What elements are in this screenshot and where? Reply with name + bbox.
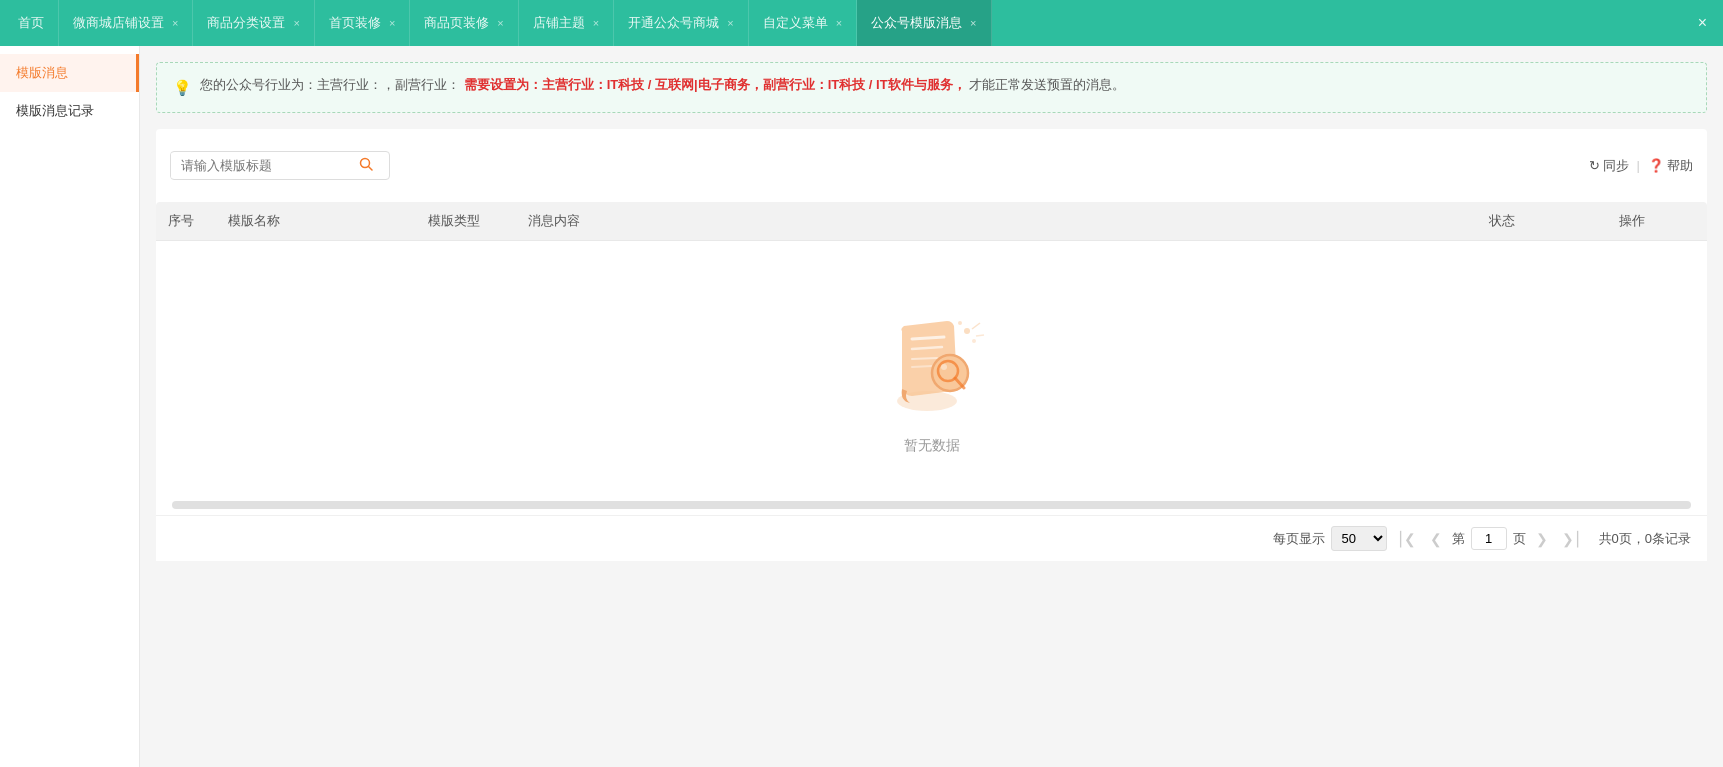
empty-state-row: 暂无数据 bbox=[156, 241, 1707, 496]
tab-home[interactable]: 首页 bbox=[4, 0, 59, 46]
col-header-action: 操作 bbox=[1607, 202, 1707, 241]
search-input[interactable] bbox=[171, 153, 351, 178]
pagination: 每页显示 50 10 20 100 ⎮❮ ❮ 第 页 ❯ ❯⎮ 共0页，0条记录 bbox=[156, 515, 1707, 561]
svg-line-5 bbox=[912, 358, 937, 359]
sync-icon: ↻ bbox=[1589, 158, 1600, 173]
tab-custommenu[interactable]: 自定义菜单 × bbox=[749, 0, 857, 46]
table-header-row: 序号 模版名称 模版类型 消息内容 状态 bbox=[156, 202, 1707, 241]
col-header-type: 模版类型 bbox=[416, 202, 516, 241]
svg-line-6 bbox=[912, 366, 932, 367]
help-icon: ❓ bbox=[1648, 158, 1664, 173]
horizontal-scrollbar[interactable] bbox=[172, 501, 1691, 509]
bulb-icon: 💡 bbox=[173, 76, 192, 100]
svg-line-3 bbox=[912, 337, 944, 339]
empty-text: 暂无数据 bbox=[156, 437, 1707, 455]
svg-point-11 bbox=[964, 328, 970, 334]
page-unit-label: 页 bbox=[1513, 530, 1526, 548]
search-right: ↻ 同步 | ❓ 帮助 bbox=[1589, 157, 1693, 175]
sidebar-item-template-msg[interactable]: 模版消息 bbox=[0, 54, 139, 92]
main-layout: 模版消息 模版消息记录 💡 您的公众号行业为：主营行业：，副营行业： 需要设置为… bbox=[0, 46, 1723, 767]
col-header-seq: 序号 bbox=[156, 202, 216, 241]
tab-openstore[interactable]: 开通公众号商城 × bbox=[614, 0, 748, 46]
close-tab-homepage[interactable]: × bbox=[389, 17, 395, 29]
svg-line-15 bbox=[976, 335, 984, 336]
close-tab-theme[interactable]: × bbox=[593, 17, 599, 29]
next-page-btn[interactable]: ❯ bbox=[1532, 529, 1552, 549]
sidebar: 模版消息 模版消息记录 bbox=[0, 46, 140, 767]
svg-point-12 bbox=[972, 339, 976, 343]
page-prefix-label: 第 bbox=[1452, 530, 1465, 548]
divider: | bbox=[1637, 158, 1640, 173]
close-tab-wshop[interactable]: × bbox=[172, 17, 178, 29]
svg-line-1 bbox=[369, 167, 373, 171]
top-nav: 首页 微商城店铺设置 × 商品分类设置 × 首页装修 × 商品页装修 × 店铺主… bbox=[0, 0, 1723, 46]
search-bar: ↻ 同步 | ❓ 帮助 bbox=[156, 141, 1707, 190]
svg-line-14 bbox=[972, 323, 980, 329]
close-tab-openstore[interactable]: × bbox=[727, 17, 733, 29]
notice-text: 您的公众号行业为：主营行业：，副营行业： 需要设置为：主营行业：IT科技 / 互… bbox=[200, 75, 1125, 96]
search-button[interactable] bbox=[351, 152, 381, 179]
tab-homepage[interactable]: 首页装修 × bbox=[315, 0, 410, 46]
prev-page-btn[interactable]: ❮ bbox=[1426, 529, 1446, 549]
empty-state-cell: 暂无数据 bbox=[156, 241, 1707, 496]
search-input-wrapper bbox=[170, 151, 390, 180]
close-tab-category[interactable]: × bbox=[293, 17, 299, 29]
sidebar-item-template-record[interactable]: 模版消息记录 bbox=[0, 92, 139, 130]
tab-theme[interactable]: 店铺主题 × bbox=[519, 0, 614, 46]
page-size-select[interactable]: 50 10 20 100 bbox=[1331, 526, 1387, 551]
col-header-status: 状态 bbox=[1477, 202, 1607, 241]
content-area: 💡 您的公众号行业为：主营行业：，副营行业： 需要设置为：主营行业：IT科技 /… bbox=[140, 46, 1723, 767]
total-label: 共0页，0条记录 bbox=[1599, 530, 1691, 548]
table-card: ↻ 同步 | ❓ 帮助 序号 bbox=[156, 129, 1707, 561]
close-tab-custommenu[interactable]: × bbox=[836, 17, 842, 29]
empty-illustration bbox=[872, 301, 992, 421]
close-tab-template[interactable]: × bbox=[970, 17, 976, 29]
empty-state: 暂无数据 bbox=[156, 241, 1707, 495]
page-size-label: 每页显示 bbox=[1273, 530, 1325, 548]
tab-template[interactable]: 公众号模版消息 × bbox=[857, 0, 991, 46]
notice-box: 💡 您的公众号行业为：主营行业：，副营行业： 需要设置为：主营行业：IT科技 /… bbox=[156, 62, 1707, 113]
page-number-input[interactable] bbox=[1471, 527, 1507, 550]
empty-svg bbox=[872, 301, 992, 421]
scroll-area bbox=[156, 495, 1707, 515]
first-page-btn[interactable]: ⎮❮ bbox=[1393, 529, 1420, 549]
close-all-tabs[interactable]: × bbox=[1686, 14, 1719, 32]
tab-productpage[interactable]: 商品页装修 × bbox=[410, 0, 518, 46]
col-header-content: 消息内容 bbox=[516, 202, 1477, 241]
help-button[interactable]: ❓ 帮助 bbox=[1648, 157, 1693, 175]
tab-category[interactable]: 商品分类设置 × bbox=[193, 0, 314, 46]
close-tab-productpage[interactable]: × bbox=[497, 17, 503, 29]
tab-wshop[interactable]: 微商城店铺设置 × bbox=[59, 0, 193, 46]
sync-button[interactable]: ↻ 同步 bbox=[1589, 157, 1629, 175]
last-page-btn[interactable]: ❯⎮ bbox=[1558, 529, 1585, 549]
svg-point-13 bbox=[958, 321, 962, 325]
data-table: 序号 模版名称 模版类型 消息内容 状态 bbox=[156, 202, 1707, 495]
svg-point-10 bbox=[941, 364, 947, 370]
col-header-name: 模版名称 bbox=[216, 202, 416, 241]
search-icon bbox=[359, 157, 373, 171]
